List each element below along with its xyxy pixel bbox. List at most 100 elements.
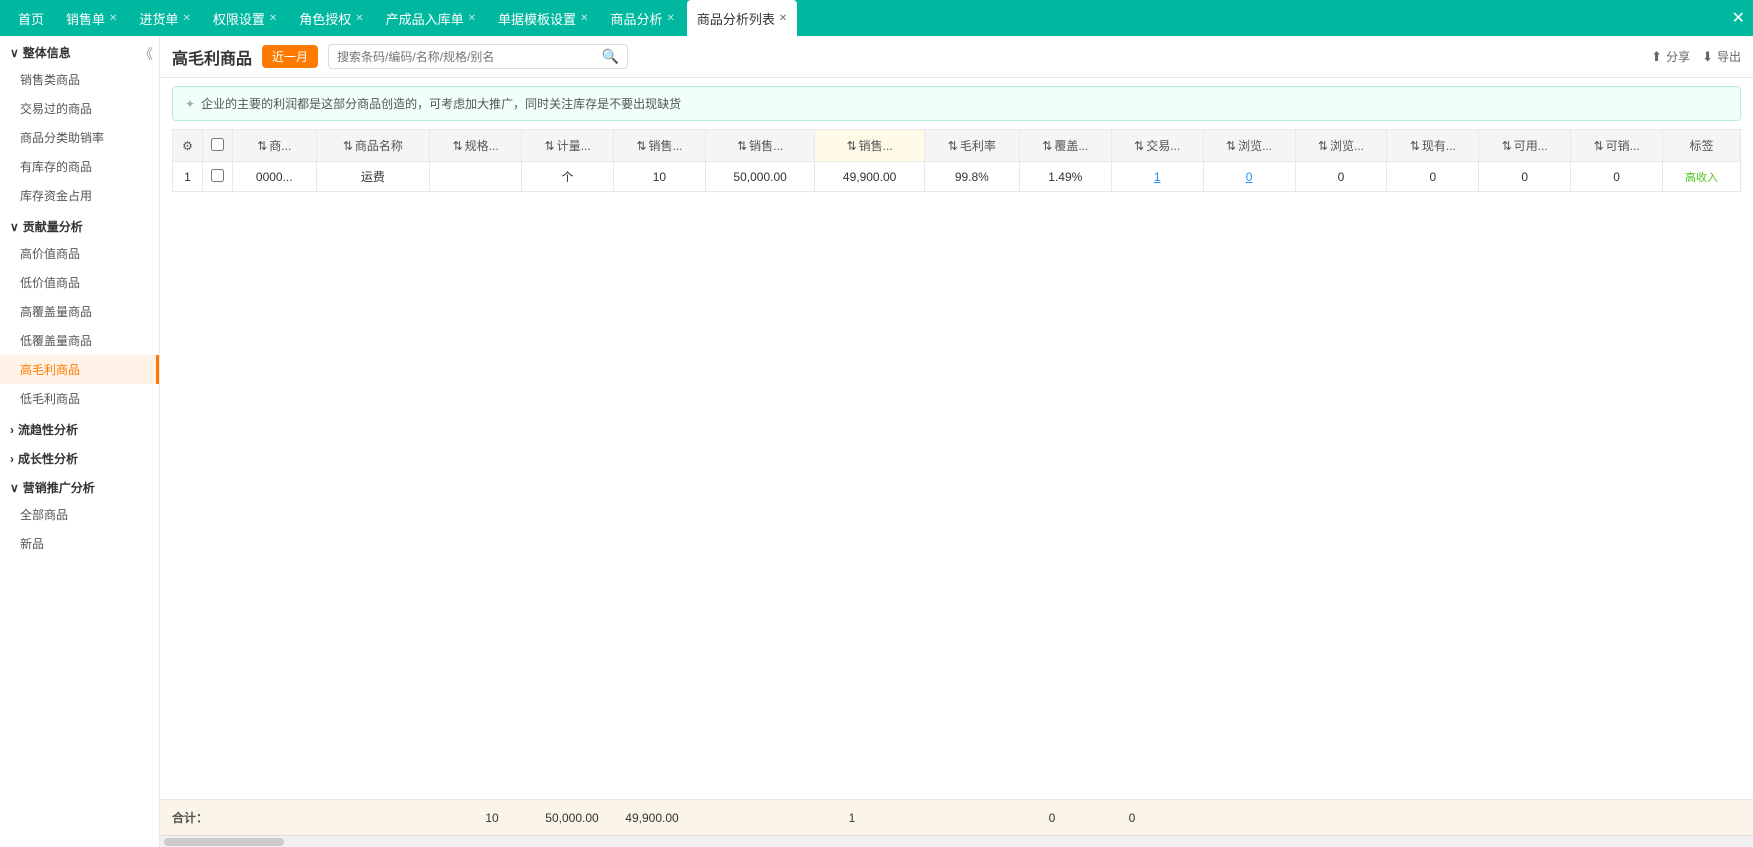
close-product-inbound-tab-icon[interactable]: ✕ [468, 13, 476, 24]
cell-sales-amount: 50,000.00 [705, 162, 814, 192]
close-roles-tab-icon[interactable]: ✕ [355, 13, 363, 24]
sidebar-item-high-margin[interactable]: 高毛利商品 [0, 355, 159, 384]
col-gross-rate[interactable]: ⇅ 毛利率 [924, 130, 1019, 162]
nav-permissions[interactable]: 权限设置 ✕ [203, 0, 287, 36]
col-transactions[interactable]: ⇅ 交易... [1111, 130, 1203, 162]
close-purchase-tab-icon[interactable]: ✕ [182, 13, 190, 24]
scroll-thumb[interactable] [164, 838, 284, 846]
footer-totals: 合计： 10 50,000.00 49,900.00 1 0 0 [160, 799, 1753, 835]
nav-product-inbound[interactable]: 产成品入库单 ✕ [376, 0, 486, 36]
sidebar-group-overall[interactable]: ∨ 整体信息 [0, 36, 159, 65]
main-layout: 《 ∨ 整体信息 销售类商品 交易过的商品 商品分类助销率 有库存的商品 库存资… [0, 36, 1753, 847]
close-analysis-tab-icon[interactable]: ✕ [666, 13, 674, 24]
sidebar-item-low-value[interactable]: 低价值商品 [0, 268, 159, 297]
views1-link[interactable]: 0 [1246, 170, 1253, 184]
sidebar-item-low-coverage[interactable]: 低覆盖量商品 [0, 326, 159, 355]
col-sales-amount[interactable]: ⇅ 销售... [705, 130, 814, 162]
table-row: 1 0000... 运费 个 10 50,000.00 49,900.00 99… [173, 162, 1741, 192]
col-views2[interactable]: ⇅ 浏览... [1295, 130, 1387, 162]
col-name[interactable]: ⇅ 商品名称 [316, 130, 430, 162]
sidebar-item-high-value[interactable]: 高价值商品 [0, 239, 159, 268]
data-table: ⚙ ⇅ 商... ⇅ 商品名称 ⇅ 规格... ⇅ 计量... ⇅ 销售... … [172, 129, 1741, 192]
content-header: 高毛利商品 近一月 🔍 ⬆ 分享 ⬇ 导出 [160, 36, 1753, 78]
sidebar-item-high-coverage[interactable]: 高覆盖量商品 [0, 297, 159, 326]
footer-label: 合计： [172, 809, 252, 826]
cell-stock-available: 0 [1479, 162, 1571, 192]
nav-template[interactable]: 单据模板设置 ✕ [488, 0, 598, 36]
sidebar: 《 ∨ 整体信息 销售类商品 交易过的商品 商品分类助销率 有库存的商品 库存资… [0, 36, 160, 847]
chevron-down-icon-3: ∨ [10, 481, 19, 495]
close-analysis-list-tab-icon[interactable]: ✕ [779, 13, 787, 24]
share-button[interactable]: ⬆ 分享 [1651, 48, 1690, 65]
cell-code: 0000... [233, 162, 317, 192]
horizontal-scrollbar[interactable] [160, 835, 1753, 847]
export-button[interactable]: ⬇ 导出 [1702, 48, 1741, 65]
filter-button[interactable]: 近一月 [262, 45, 318, 68]
footer-cell-stock2: 0 [1092, 811, 1172, 825]
sidebar-group-contribution[interactable]: ∨ 贡献量分析 [0, 210, 159, 239]
nav-product-analysis[interactable]: 商品分析 ✕ [600, 0, 684, 36]
col-sales-profit[interactable]: ⇅ 销售... [815, 130, 924, 162]
close-sales-tab-icon[interactable]: ✕ [109, 13, 117, 24]
sidebar-group-marketing[interactable]: ∨ 营销推广分析 [0, 471, 159, 500]
col-tag[interactable]: 标签 [1663, 130, 1741, 162]
product-tag: 高收入 [1685, 172, 1718, 184]
footer-cell-amount: 50,000.00 [532, 811, 612, 825]
col-stock-available[interactable]: ⇅ 可用... [1479, 130, 1571, 162]
data-table-container[interactable]: ⚙ ⇅ 商... ⇅ 商品名称 ⇅ 规格... ⇅ 计量... ⇅ 销售... … [160, 129, 1753, 799]
nav-analysis-list[interactable]: 商品分析列表 ✕ [687, 0, 797, 36]
footer-cell-profit: 49,900.00 [612, 811, 692, 825]
col-unit[interactable]: ⇅ 计量... [522, 130, 614, 162]
chevron-right-icon-2: › [10, 452, 14, 466]
cell-unit: 个 [522, 162, 614, 192]
close-template-tab-icon[interactable]: ✕ [580, 13, 588, 24]
nav-purchase[interactable]: 进货单 ✕ [129, 0, 200, 36]
close-app-button[interactable]: ✕ [1732, 8, 1745, 28]
col-sales-qty[interactable]: ⇅ 销售... [613, 130, 705, 162]
cell-sales-qty: 10 [613, 162, 705, 192]
col-coverage[interactable]: ⇅ 覆盖... [1019, 130, 1111, 162]
col-views1[interactable]: ⇅ 浏览... [1203, 130, 1295, 162]
sidebar-item-category-sales-rate[interactable]: 商品分类助销率 [0, 123, 159, 152]
sidebar-item-low-margin[interactable]: 低毛利商品 [0, 384, 159, 413]
col-checkbox[interactable] [203, 130, 233, 162]
col-settings[interactable]: ⚙ [173, 130, 203, 162]
cell-stock-saleable: 0 [1571, 162, 1663, 192]
cell-gross-rate: 99.8% [924, 162, 1019, 192]
top-navigation: 首页 销售单 ✕ 进货单 ✕ 权限设置 ✕ 角色授权 ✕ 产成品入库单 ✕ 单据… [0, 0, 1753, 36]
footer-cell-stock1: 0 [1012, 811, 1092, 825]
col-stock-saleable[interactable]: ⇅ 可销... [1571, 130, 1663, 162]
sidebar-item-new-products[interactable]: 新品 [0, 529, 159, 558]
nav-home[interactable]: 首页 [8, 0, 54, 36]
table-header-row: ⚙ ⇅ 商... ⇅ 商品名称 ⇅ 规格... ⇅ 计量... ⇅ 销售... … [173, 130, 1741, 162]
col-spec[interactable]: ⇅ 规格... [430, 130, 522, 162]
sidebar-item-stock-capital[interactable]: 库存资金占用 [0, 181, 159, 210]
cell-views2: 0 [1295, 162, 1387, 192]
nav-sales[interactable]: 销售单 ✕ [56, 0, 127, 36]
close-permissions-tab-icon[interactable]: ✕ [269, 13, 277, 24]
cell-sales-profit: 49,900.00 [815, 162, 924, 192]
cell-spec [430, 162, 522, 192]
sidebar-item-traded-products[interactable]: 交易过的商品 [0, 94, 159, 123]
sidebar-item-in-stock[interactable]: 有库存的商品 [0, 152, 159, 181]
select-all-checkbox[interactable] [211, 138, 224, 151]
col-code[interactable]: ⇅ 商... [233, 130, 317, 162]
page-title: 高毛利商品 [172, 45, 252, 69]
search-icon[interactable]: 🔍 [602, 48, 619, 65]
nav-roles[interactable]: 角色授权 ✕ [289, 0, 373, 36]
sidebar-item-sales-products[interactable]: 销售类商品 [0, 65, 159, 94]
row-checkbox[interactable] [211, 169, 224, 182]
sidebar-group-growth[interactable]: › 成长性分析 [0, 442, 159, 471]
cell-index: 1 [173, 162, 203, 192]
cell-checkbox[interactable] [203, 162, 233, 192]
header-actions: ⬆ 分享 ⬇ 导出 [1651, 48, 1741, 65]
cell-coverage: 1.49% [1019, 162, 1111, 192]
sidebar-group-trend[interactable]: › 流趋性分析 [0, 413, 159, 442]
sidebar-item-all-products[interactable]: 全部商品 [0, 500, 159, 529]
col-stock-current[interactable]: ⇅ 现有... [1387, 130, 1479, 162]
notice-banner: ✦ 企业的主要的利润都是这部分商品创造的，可考虑加大推广，同时关注库存是不要出现… [172, 86, 1741, 121]
sidebar-collapse-button[interactable]: 《 [139, 44, 153, 64]
transactions-link[interactable]: 1 [1154, 170, 1161, 184]
search-input[interactable] [337, 50, 596, 64]
cell-stock-current: 0 [1387, 162, 1479, 192]
